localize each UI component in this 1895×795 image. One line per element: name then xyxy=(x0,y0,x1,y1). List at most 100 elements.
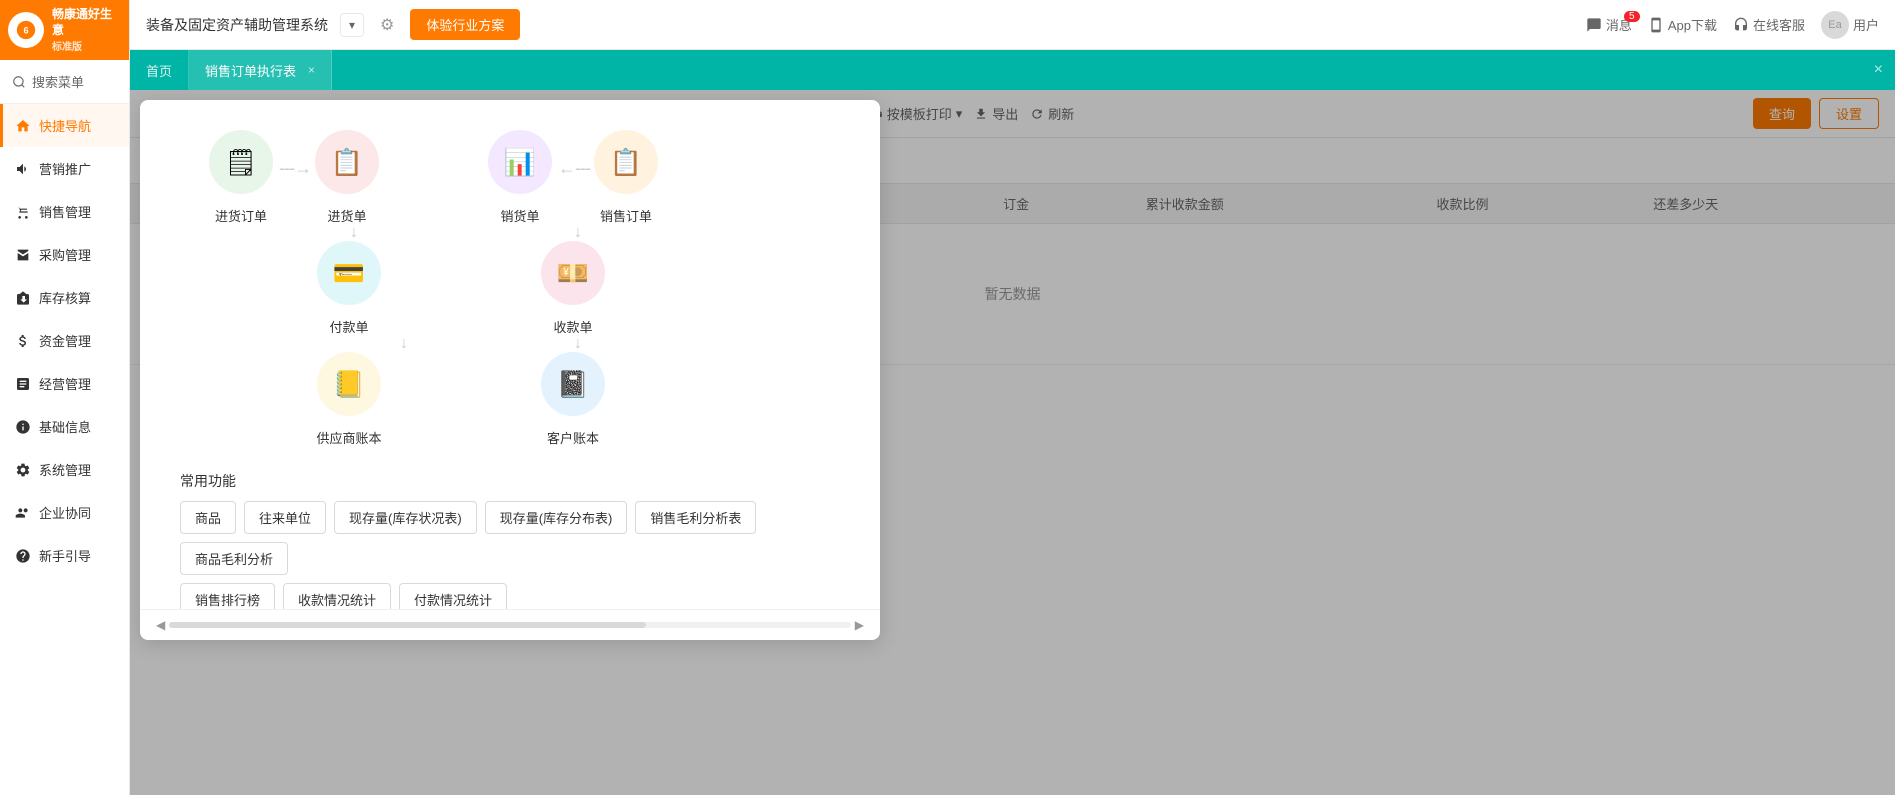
message-button[interactable]: 消息 5 xyxy=(1586,15,1632,34)
flow-row5: 💴 收款单 xyxy=(541,241,605,336)
payment-label: 付款单 xyxy=(329,317,368,336)
supplier-account-label: 供应商账本 xyxy=(316,428,381,447)
arrow-2: ← - - - xyxy=(558,158,588,179)
user-name: 用户 xyxy=(1853,15,1879,34)
page-body: 帮助 按模板打印 ▾ 导出 刷新 xyxy=(130,90,1895,795)
flow-diagram: 🗒 进货订单 - - - → 📋 进货单 xyxy=(180,130,840,447)
customer-account-node: 📓 客户账本 xyxy=(541,352,605,447)
svg-text:6: 6 xyxy=(23,26,28,36)
purchase-order-label: 进货订单 xyxy=(215,206,267,225)
sales-bill-node: 📊 销货单 xyxy=(488,130,552,225)
sidebar-item-basic-info[interactable]: 基础信息 xyxy=(0,405,129,448)
sidebar-item-guide[interactable]: 新手引导 xyxy=(0,534,129,577)
sales-order-circle: 📋 xyxy=(594,130,658,194)
func-btn-sales-margin[interactable]: 销售毛利分析表 xyxy=(635,501,756,534)
sidebar-item-enterprise-label: 企业协同 xyxy=(39,503,91,522)
sidebar-item-home-label: 快捷导航 xyxy=(39,116,91,135)
modal-body: 🗒 进货订单 - - - → 📋 进货单 xyxy=(140,100,880,609)
func-btn-stock-status[interactable]: 现存量(库存状况表) xyxy=(334,501,477,534)
logo-text: 畅康通好生意 xyxy=(52,7,121,38)
tab-close-icon[interactable]: × xyxy=(308,63,315,77)
sidebar-item-finance[interactable]: 资金管理 xyxy=(0,319,129,362)
tab-home[interactable]: 首页 xyxy=(130,50,189,90)
modal-overlay[interactable]: 🗒 进货订单 - - - → 📋 进货单 xyxy=(130,90,1895,795)
sidebar-search-area[interactable]: 搜索菜单 xyxy=(0,60,129,104)
common-funcs: 常用功能 商品 往来单位 现存量(库存状况表) 现存量(库存分布表) 销售毛利分… xyxy=(180,471,840,609)
func-buttons-row2: 销售排行榜 收款情况统计 付款情况统计 xyxy=(180,583,840,609)
purchase-bill-label: 进货单 xyxy=(327,206,366,225)
tabbar: 首页 销售订单执行表 × × xyxy=(130,50,1895,90)
scrollbar-thumb xyxy=(169,622,646,628)
flow-left: 🗒 进货订单 - - - → 📋 进货单 xyxy=(180,130,408,447)
supplier-account-node: 📒 供应商账本 xyxy=(316,352,381,447)
func-btn-payment-stats[interactable]: 付款情况统计 xyxy=(399,583,507,609)
func-btn-receipt-stats[interactable]: 收款情况统计 xyxy=(283,583,391,609)
common-funcs-title: 常用功能 xyxy=(180,471,840,491)
modal: 🗒 进货订单 - - - → 📋 进货单 xyxy=(140,100,880,640)
func-btn-product-margin[interactable]: 商品毛利分析 xyxy=(180,542,288,575)
sidebar-item-marketing[interactable]: 营销推广 xyxy=(0,147,129,190)
receipt-circle: 💴 xyxy=(541,241,605,305)
app-download-button[interactable]: App下载 xyxy=(1648,15,1717,34)
logo-icon: 6 xyxy=(8,12,44,48)
system-title: 装备及固定资产辅助管理系统 xyxy=(146,15,328,35)
app-download-label: App下载 xyxy=(1668,15,1717,34)
search-label: 搜索菜单 xyxy=(32,72,84,91)
system-dropdown[interactable]: ▾ xyxy=(340,13,364,37)
experience-button[interactable]: 体验行业方案 xyxy=(410,9,520,40)
payment-circle: 💳 xyxy=(317,241,381,305)
purchase-order-node: 🗒 进货订单 xyxy=(209,130,273,225)
sidebar-item-operations-label: 经营管理 xyxy=(39,374,91,393)
sidebar-item-home[interactable]: 快捷导航 xyxy=(0,104,129,147)
sidebar-item-inventory[interactable]: 库存核算 xyxy=(0,276,129,319)
func-btn-partner[interactable]: 往来单位 xyxy=(244,501,326,534)
purchase-bill-node: 📋 进货单 xyxy=(315,130,379,225)
search-menu-button[interactable]: 搜索菜单 xyxy=(8,68,121,95)
user-menu[interactable]: Ea 用户 xyxy=(1821,11,1879,39)
user-avatar: Ea xyxy=(1821,11,1849,39)
logo-sub: 标准版 xyxy=(52,38,121,53)
scrollbar-right[interactable]: ▶ xyxy=(855,618,864,632)
sidebar-item-system[interactable]: 系统管理 xyxy=(0,448,129,491)
topbar: 装备及固定资产辅助管理系统 ▾ ⚙ 体验行业方案 消息 5 App下载 在线客服 xyxy=(130,0,1895,50)
sidebar-logo: 6 畅康通好生意 标准版 xyxy=(0,0,129,60)
sidebar-item-inventory-label: 库存核算 xyxy=(39,288,91,307)
sidebar-item-purchase-label: 采购管理 xyxy=(39,245,91,264)
func-btn-stock-dist[interactable]: 现存量(库存分布表) xyxy=(485,501,628,534)
func-btn-product[interactable]: 商品 xyxy=(180,501,236,534)
arrow-down-2: ↓ xyxy=(180,336,408,352)
flow-row1: 🗒 进货订单 - - - → 📋 进货单 xyxy=(209,130,379,225)
sidebar-item-operations[interactable]: 经营管理 xyxy=(0,362,129,405)
flow-right: 📊 销货单 ← - - - 📋 销售订单 xyxy=(488,130,658,447)
settings-button[interactable]: ⚙ xyxy=(376,11,398,39)
sidebar-item-purchase[interactable]: 采购管理 xyxy=(0,233,129,276)
online-service-button[interactable]: 在线客服 xyxy=(1733,15,1805,34)
topbar-right: 消息 5 App下载 在线客服 Ea 用户 xyxy=(1586,11,1879,39)
func-btn-sales-rank[interactable]: 销售排行榜 xyxy=(180,583,275,609)
arrow-1: - - - → xyxy=(279,158,309,179)
online-service-label: 在线客服 xyxy=(1753,15,1805,34)
modal-scrollbar: ◀ ▶ xyxy=(140,609,880,640)
arrow-down-3: ↓ xyxy=(564,225,582,241)
sidebar-item-finance-label: 资金管理 xyxy=(39,331,91,350)
customer-account-label: 客户账本 xyxy=(547,428,599,447)
receipt-node: 💴 收款单 xyxy=(541,241,605,336)
flow-row3: 📒 供应商账本 xyxy=(206,352,381,447)
customer-account-circle: 📓 xyxy=(541,352,605,416)
sidebar-item-system-label: 系统管理 xyxy=(39,460,91,479)
sidebar-item-sales-label: 销售管理 xyxy=(39,202,91,221)
flow-row4: 📊 销货单 ← - - - 📋 销售订单 xyxy=(488,130,658,225)
scrollbar-left[interactable]: ◀ xyxy=(156,618,165,632)
tab-bar-close[interactable]: × xyxy=(1862,61,1895,79)
sidebar-item-sales[interactable]: 销售管理 xyxy=(0,190,129,233)
tab-sales-order-label: 销售订单执行表 xyxy=(205,61,296,80)
payment-node: 💳 付款单 xyxy=(317,241,381,336)
supplier-account-circle: 📒 xyxy=(317,352,381,416)
scrollbar-track xyxy=(169,622,851,628)
main-content: 装备及固定资产辅助管理系统 ▾ ⚙ 体验行业方案 消息 5 App下载 在线客服 xyxy=(130,0,1895,795)
sidebar-item-guide-label: 新手引导 xyxy=(39,546,91,565)
message-badge: 5 xyxy=(1624,11,1640,22)
sidebar-item-enterprise[interactable]: 企业协同 xyxy=(0,491,129,534)
tab-sales-order[interactable]: 销售订单执行表 × xyxy=(189,50,332,90)
receipt-label: 收款单 xyxy=(553,317,592,336)
